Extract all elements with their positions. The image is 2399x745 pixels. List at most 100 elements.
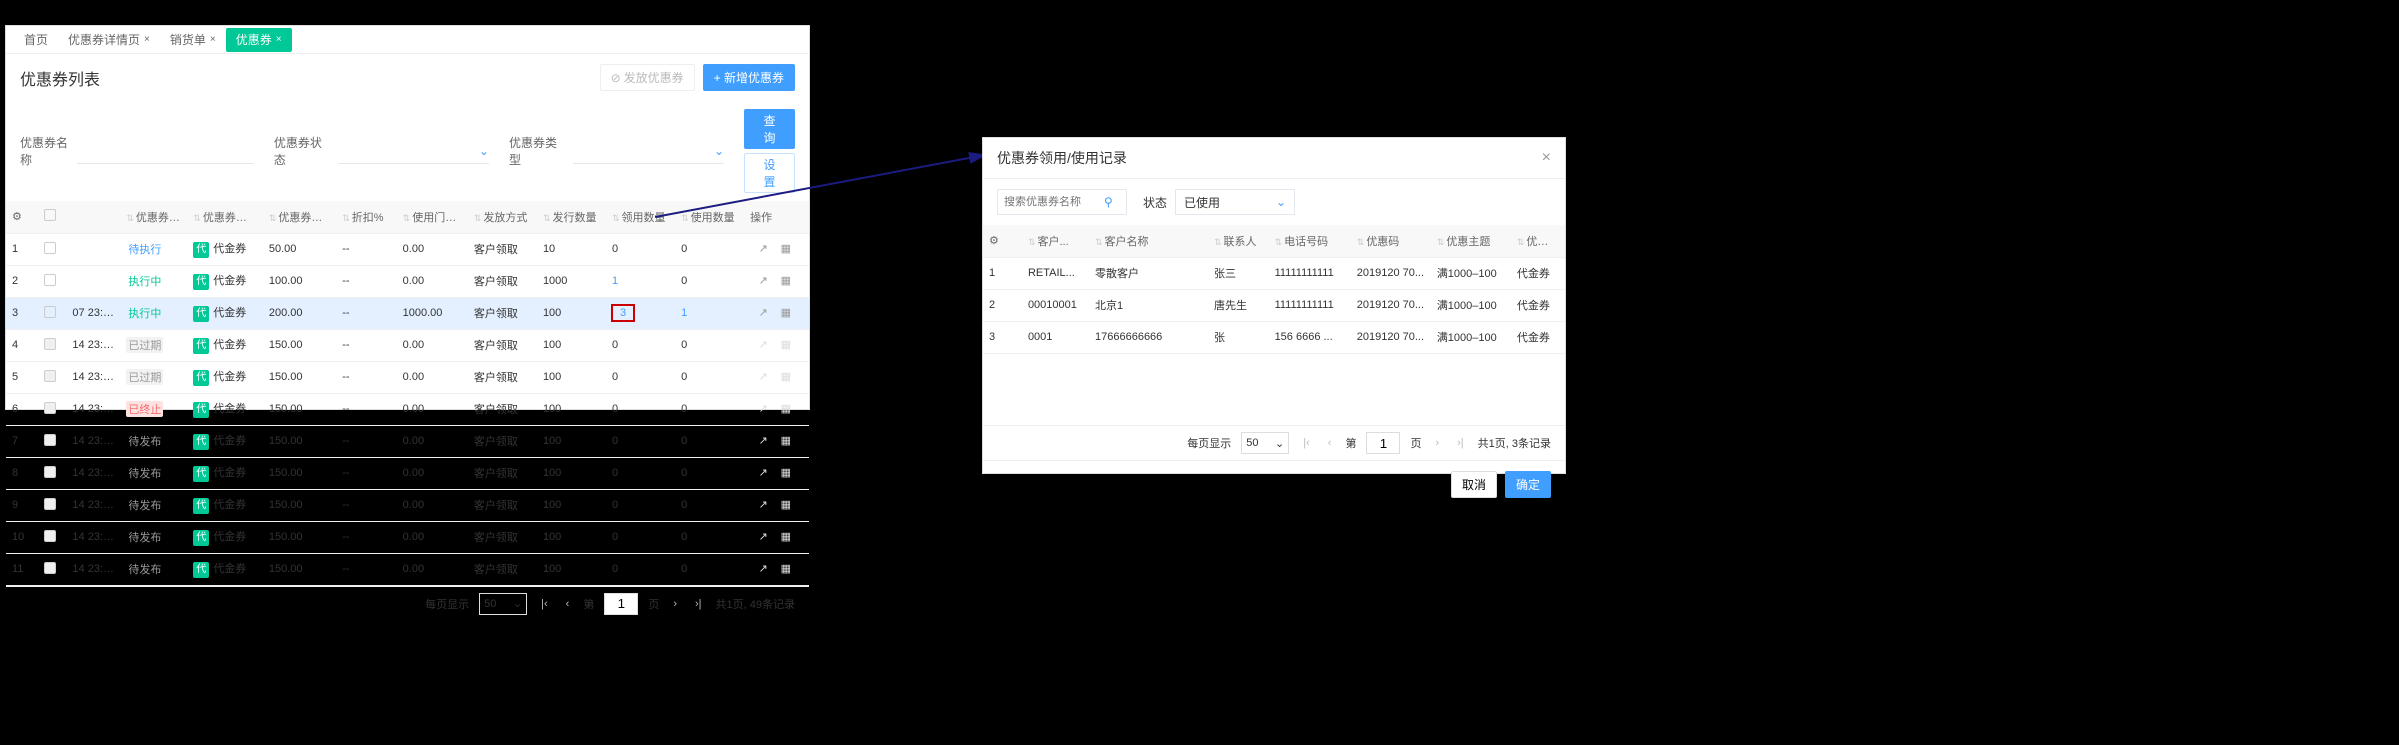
row-checkbox[interactable] (38, 489, 66, 521)
issue-coupon-button[interactable]: ⊘发放优惠券 (600, 64, 695, 91)
col-face[interactable]: ⇅优惠券面值 (263, 201, 336, 233)
first-page-button[interactable]: |‹ (537, 598, 552, 610)
qrcode-icon[interactable]: ▦ (781, 562, 795, 576)
mnext-page-button[interactable]: › (1431, 437, 1443, 449)
filter-name-input[interactable] (77, 138, 254, 164)
close-icon[interactable]: × (210, 28, 216, 52)
share-icon[interactable]: ↗ (759, 274, 773, 288)
per-page-select[interactable]: 50⌄ (479, 593, 527, 615)
confirm-button[interactable]: 确定 (1505, 471, 1551, 498)
row-checkbox[interactable] (38, 329, 66, 361)
share-icon[interactable]: ↗ (759, 498, 773, 512)
tab-sales[interactable]: 销货单× (160, 28, 226, 52)
row-used[interactable]: 0 (675, 425, 744, 457)
share-icon[interactable]: ↗ (759, 242, 773, 256)
row-checkbox[interactable] (38, 521, 66, 553)
share-icon[interactable]: ↗ (759, 530, 773, 544)
table-row[interactable]: 1 RETAIL... 零散客户 张三 11111111111 2019120 … (983, 257, 1565, 289)
qrcode-icon[interactable]: ▦ (781, 434, 795, 448)
tab-detail[interactable]: 优惠券详情页× (58, 28, 160, 52)
page-input[interactable] (604, 593, 638, 615)
mlast-page-button[interactable]: ›| (1453, 437, 1468, 449)
table-row[interactable]: 9 14 23:59 待发布 代代金券 150.00 -- 0.00 客户领取 … (6, 489, 809, 521)
col-threshold[interactable]: ⇅使用门槛... (397, 201, 468, 233)
share-icon[interactable]: ↗ (759, 306, 773, 320)
close-icon[interactable]: × (1542, 149, 1551, 167)
row-used[interactable]: 0 (675, 265, 744, 297)
row-checkbox[interactable] (38, 553, 66, 585)
row-used[interactable]: 0 (675, 329, 744, 361)
row-claimed[interactable]: 0 (606, 489, 675, 521)
row-checkbox[interactable] (38, 361, 66, 393)
share-icon[interactable]: ↗ (759, 434, 773, 448)
qrcode-icon[interactable]: ▦ (781, 242, 795, 256)
table-row[interactable]: 1 待执行 代代金券 50.00 -- 0.00 客户领取 10 0 0 ↗ ▦ (6, 233, 809, 265)
next-page-button[interactable]: › (669, 598, 681, 610)
qrcode-icon[interactable]: ▦ (781, 466, 795, 480)
cancel-button[interactable]: 取消 (1451, 471, 1497, 498)
row-checkbox[interactable] (38, 425, 66, 457)
modal-search-input[interactable] (1004, 196, 1104, 208)
row-claimed[interactable]: 0 (606, 425, 675, 457)
prev-page-button[interactable]: ‹ (562, 598, 574, 610)
row-used[interactable]: 0 (675, 457, 744, 489)
row-used[interactable]: 0 (675, 361, 744, 393)
table-row[interactable]: 6 14 23:59 已终止 代代金券 150.00 -- 0.00 客户领取 … (6, 393, 809, 425)
mcol-custname[interactable]: ⇅客户名称 (1089, 225, 1208, 257)
col-gear[interactable]: ⚙ (6, 201, 38, 233)
col-used[interactable]: ⇅使用数量 (675, 201, 744, 233)
close-icon[interactable]: × (144, 28, 150, 52)
share-icon[interactable]: ↗ (759, 402, 773, 416)
tab-coupon[interactable]: 优惠券× (226, 28, 292, 52)
row-claimed[interactable]: 0 (606, 361, 675, 393)
col-method[interactable]: ⇅发放方式 (468, 201, 537, 233)
row-claimed[interactable]: 0 (606, 233, 675, 265)
tab-home[interactable]: 首页 (14, 28, 58, 52)
col-check[interactable] (38, 201, 66, 233)
last-page-button[interactable]: ›| (691, 598, 706, 610)
col-type[interactable]: ⇅优惠券类型 (187, 201, 263, 233)
row-checkbox[interactable] (38, 393, 66, 425)
row-used[interactable]: 1 (675, 297, 744, 329)
table-row[interactable]: 4 14 23:59 已过期 代代金券 150.00 -- 0.00 客户领取 … (6, 329, 809, 361)
mpage-input[interactable] (1366, 432, 1400, 454)
row-used[interactable]: 0 (675, 553, 744, 585)
qrcode-icon[interactable]: ▦ (781, 530, 795, 544)
mcol-gear[interactable]: ⚙ (983, 225, 1022, 257)
mfirst-page-button[interactable]: |‹ (1299, 437, 1314, 449)
settings-button[interactable]: 设置 (744, 153, 795, 193)
table-row[interactable]: 7 14 23:59 待发布 代代金券 150.00 -- 0.00 客户领取 … (6, 425, 809, 457)
qrcode-icon[interactable]: ▦ (781, 402, 795, 416)
mcol-contact[interactable]: ⇅联系人 (1208, 225, 1269, 257)
row-claimed[interactable]: 0 (606, 329, 675, 361)
table-row[interactable]: 3 0001 17666666666 张 156 6666 ... 201912… (983, 321, 1565, 353)
mper-page-select[interactable]: 50⌄ (1241, 432, 1289, 454)
share-icon[interactable]: ↗ (759, 370, 773, 384)
mcol-code[interactable]: ⇅优惠码 (1351, 225, 1431, 257)
table-row[interactable]: 5 14 23:59 已过期 代代金券 150.00 -- 0.00 客户领取 … (6, 361, 809, 393)
row-claimed[interactable]: 0 (606, 457, 675, 489)
row-claimed[interactable]: 0 (606, 393, 675, 425)
col-issued[interactable]: ⇅发行数量 (537, 201, 606, 233)
share-icon[interactable]: ↗ (759, 562, 773, 576)
qrcode-icon[interactable]: ▦ (781, 338, 795, 352)
row-checkbox[interactable] (38, 297, 66, 329)
row-claimed[interactable]: 1 (606, 265, 675, 297)
qrcode-icon[interactable]: ▦ (781, 274, 795, 288)
row-used[interactable]: 0 (675, 393, 744, 425)
qrcode-icon[interactable]: ▦ (781, 306, 795, 320)
table-row[interactable]: 2 00010001 北京1 唐先生 11111111111 2019120 7… (983, 289, 1565, 321)
row-used[interactable]: 0 (675, 489, 744, 521)
modal-status-select[interactable]: 已使用 ⌄ (1175, 189, 1295, 215)
row-claimed[interactable]: 0 (606, 553, 675, 585)
table-row[interactable]: 2 执行中 代代金券 100.00 -- 0.00 客户领取 1000 1 0 … (6, 265, 809, 297)
row-used[interactable]: 0 (675, 521, 744, 553)
qrcode-icon[interactable]: ▦ (781, 498, 795, 512)
row-used[interactable]: 0 (675, 233, 744, 265)
modal-search-box[interactable]: ⚲ (997, 189, 1127, 215)
search-icon[interactable]: ⚲ (1104, 195, 1113, 209)
mcol-phone[interactable]: ⇅电话号码 (1269, 225, 1351, 257)
col-discount[interactable]: ⇅折扣% (336, 201, 396, 233)
table-row[interactable]: 10 14 23:59 待发布 代代金券 150.00 -- 0.00 客户领取… (6, 521, 809, 553)
table-row[interactable]: 11 14 23:59 待发布 代代金券 150.00 -- 0.00 客户领取… (6, 553, 809, 585)
